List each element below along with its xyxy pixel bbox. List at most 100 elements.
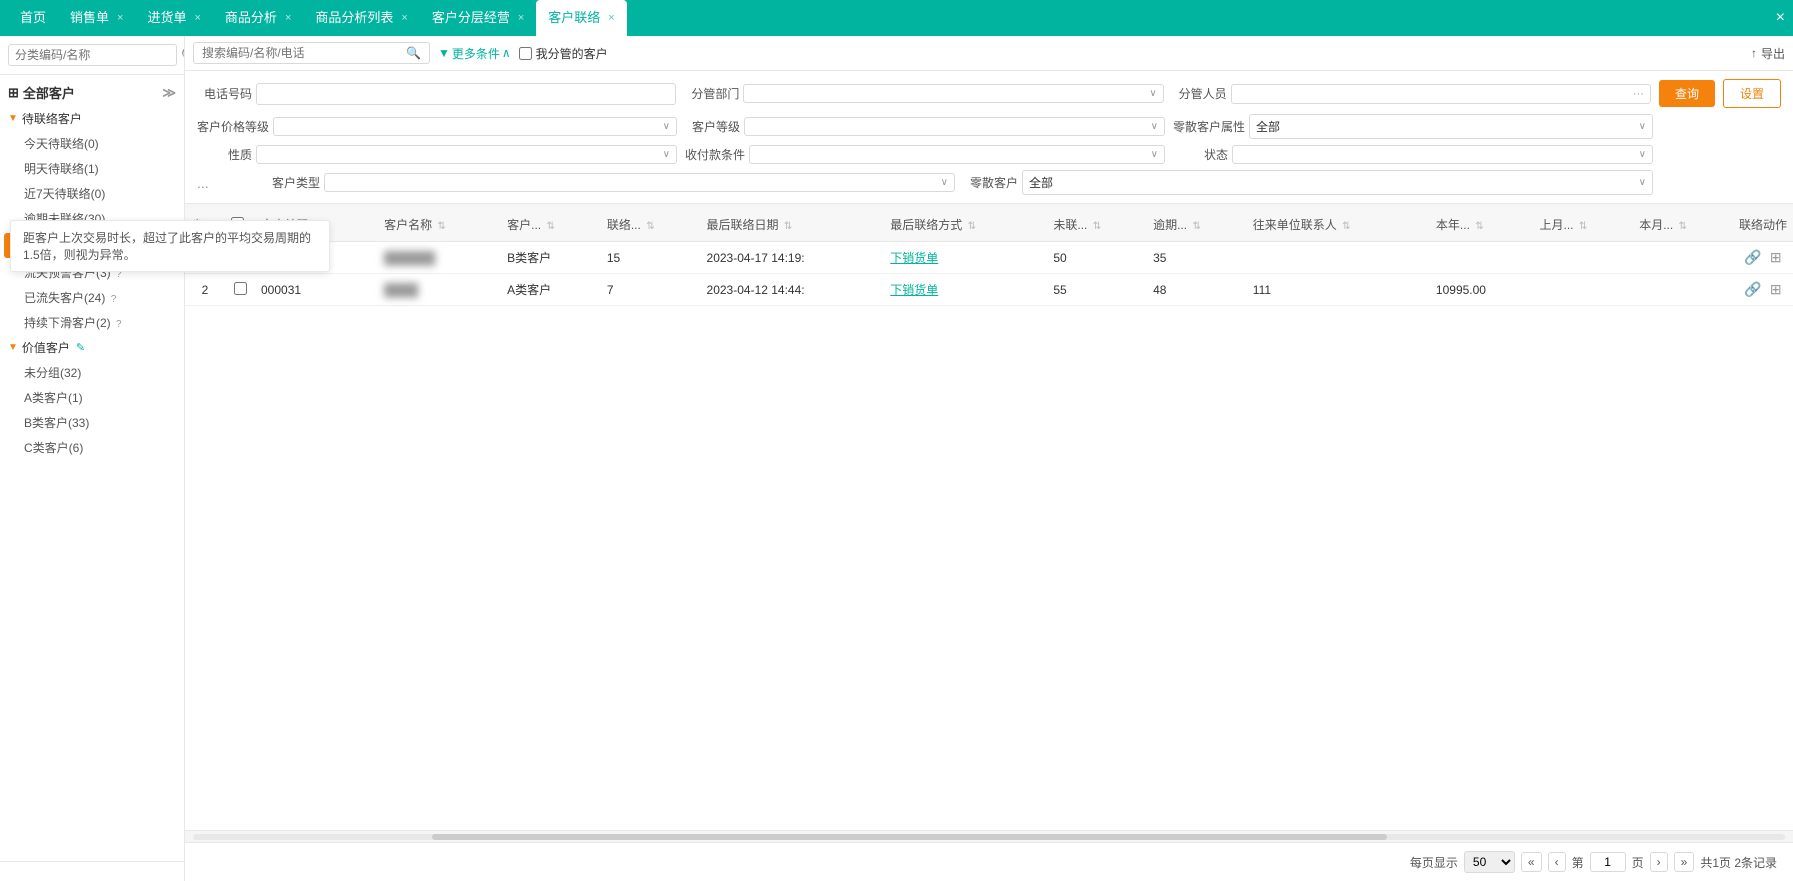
- my-customer-checkbox[interactable]: [519, 47, 532, 60]
- sort-this-year[interactable]: ⇅: [1475, 221, 1483, 232]
- value-edit-icon[interactable]: ✎: [76, 341, 85, 354]
- cell-contact-person-1: [1247, 242, 1430, 274]
- close-customer-contact-tab[interactable]: ×: [608, 0, 614, 36]
- sort-contact-person[interactable]: ⇅: [1342, 221, 1350, 232]
- blurred-name-2: ████: [384, 283, 418, 297]
- sort-type[interactable]: ⇅: [546, 221, 554, 232]
- close-customer-tier-tab[interactable]: ×: [518, 0, 524, 36]
- filter-more-dots-item: ...: [197, 175, 257, 191]
- status-select[interactable]: ∨: [1232, 145, 1653, 164]
- table-row: 1 000039 ██████ B类客户 15 2023-04-17 14:19…: [185, 242, 1793, 274]
- tree-item-today[interactable]: 今天待联络(0): [0, 131, 184, 156]
- declining-info-icon[interactable]: ?: [116, 319, 122, 330]
- nav-sales[interactable]: 销售单 ×: [58, 0, 135, 36]
- filter-dept: 分管部门 ∨: [684, 84, 1163, 103]
- cell-this-month-2: [1633, 274, 1733, 306]
- cell-action-2: 🔗 ⊞: [1733, 274, 1793, 306]
- left-sidebar: 🔍 ⊞ 全部客户 ≫ ▼ 待联络客户 今天待联络(0) 明天待联络(1) 近7天…: [0, 36, 185, 881]
- cell-this-year-1: [1430, 242, 1534, 274]
- sidebar-collapse-btn[interactable]: ≫: [162, 85, 176, 101]
- scroll-thumb[interactable]: [432, 834, 1387, 840]
- tree-item-class-b[interactable]: B类客户(33): [0, 410, 184, 435]
- cell-not-contact-2: 55: [1047, 274, 1147, 306]
- sort-contact[interactable]: ⇅: [646, 221, 654, 232]
- next-page-btn[interactable]: ›: [1650, 852, 1668, 872]
- more-dots-icon[interactable]: ...: [197, 175, 209, 191]
- tree-item-churned[interactable]: 已流失客户(24) ?: [0, 285, 184, 310]
- sort-overdue[interactable]: ⇅: [1192, 221, 1200, 232]
- payment-select[interactable]: ∨: [749, 145, 1165, 164]
- churned-info-icon[interactable]: ?: [111, 294, 117, 305]
- action-grid-1[interactable]: ⊞: [1770, 249, 1782, 266]
- tooltip-text: 距客户上次交易时长，超过了此客户的平均交易周期的1.5倍，则视为异常。: [23, 231, 311, 262]
- sidebar-search-input[interactable]: [8, 44, 177, 66]
- gender-arrow: ∨: [663, 149, 670, 160]
- tree-item-tomorrow[interactable]: 明天待联络(1): [0, 156, 184, 181]
- cell-code-2[interactable]: 000031: [255, 274, 378, 306]
- nav-customer-tier[interactable]: 客户分层经营 ×: [420, 0, 536, 36]
- action-link-1[interactable]: 🔗: [1744, 249, 1761, 266]
- value-expand-arrow: ▼: [8, 342, 18, 353]
- dept-select[interactable]: ∨: [743, 84, 1163, 103]
- prev-page-btn[interactable]: ‹: [1548, 852, 1566, 872]
- close-product-analysis-tab[interactable]: ×: [285, 0, 291, 36]
- customer-grade-arrow: ∨: [1151, 121, 1158, 132]
- sort-last-date[interactable]: ⇅: [784, 221, 792, 232]
- action-grid-2[interactable]: ⊞: [1770, 281, 1782, 298]
- set-button[interactable]: 设置: [1723, 79, 1781, 108]
- close-all-tabs[interactable]: ×: [1776, 9, 1785, 27]
- tree-item-class-a[interactable]: A类客户(1): [0, 385, 184, 410]
- retail-customer-arrow: ∨: [1639, 177, 1646, 188]
- tree-item-7days[interactable]: 近7天待联络(0): [0, 181, 184, 206]
- query-button[interactable]: 查询: [1659, 80, 1715, 107]
- filter-row-4: ... 客户类型 ∨ 零散客户 全部 ∨: [197, 170, 1781, 195]
- close-sales-tab[interactable]: ×: [117, 0, 123, 36]
- tree-group-pending-title[interactable]: ▼ 待联络客户: [0, 106, 184, 131]
- nav-product-analysis[interactable]: 商品分析 ×: [213, 0, 303, 36]
- value-customer-group-title[interactable]: ▼ 价值客户 ✎: [0, 335, 184, 360]
- sort-last-month[interactable]: ⇅: [1579, 221, 1587, 232]
- customer-grade-select[interactable]: ∨: [744, 117, 1165, 136]
- person-select[interactable]: ···: [1231, 84, 1651, 104]
- main-search-input[interactable]: [202, 46, 402, 60]
- retail-attr-select[interactable]: 全部 ∨: [1249, 114, 1653, 139]
- row-2-checkbox[interactable]: [234, 282, 247, 295]
- sort-last-method[interactable]: ⇅: [968, 221, 976, 232]
- payment-arrow: ∨: [1151, 149, 1158, 160]
- page-number-input[interactable]: [1590, 852, 1626, 872]
- sort-this-month[interactable]: ⇅: [1679, 221, 1687, 232]
- cell-name-2: ████: [378, 274, 501, 306]
- nav-customer-contact[interactable]: 客户联络 ×: [536, 0, 626, 36]
- close-product-list-tab[interactable]: ×: [401, 0, 407, 36]
- person-select-dots[interactable]: ···: [1633, 88, 1644, 100]
- tree-item-class-c[interactable]: C类客户(6): [0, 435, 184, 460]
- action-link-2[interactable]: 🔗: [1744, 281, 1761, 298]
- last-page-btn[interactable]: »: [1674, 852, 1695, 872]
- customer-type-select[interactable]: ∨: [324, 173, 955, 192]
- cell-last-method-1[interactable]: 下销货单: [884, 242, 1047, 274]
- main-search-icon[interactable]: 🔍: [406, 46, 421, 60]
- phone-input[interactable]: [256, 83, 676, 105]
- sort-name[interactable]: ⇅: [437, 221, 445, 232]
- sidebar-bottom: [0, 861, 184, 881]
- nav-home[interactable]: 首页: [8, 0, 58, 36]
- export-button[interactable]: ↑ 导出: [1751, 45, 1785, 62]
- gender-select[interactable]: ∨: [256, 145, 677, 164]
- nav-purchase[interactable]: 进货单 ×: [135, 0, 212, 36]
- more-filter-btn[interactable]: ▼ 更多条件 ∧: [438, 45, 511, 62]
- nav-product-list[interactable]: 商品分析列表 ×: [303, 0, 419, 36]
- cell-last-method-2[interactable]: 下销货单: [884, 274, 1047, 306]
- cell-not-contact-1: 50: [1047, 242, 1147, 274]
- tree-item-ungroup[interactable]: 未分组(32): [0, 360, 184, 385]
- tree-item-declining[interactable]: 持续下滑客户(2) ?: [0, 310, 184, 335]
- price-grade-select[interactable]: ∨: [273, 117, 677, 136]
- filter-customer-type: 客户类型 ∨: [265, 173, 955, 192]
- first-page-btn[interactable]: «: [1521, 852, 1542, 872]
- per-page-select[interactable]: 50 20 100: [1464, 851, 1515, 873]
- retail-customer-select[interactable]: 全部 ∨: [1022, 170, 1653, 195]
- close-purchase-tab[interactable]: ×: [194, 0, 200, 36]
- sidebar-search-area: 🔍: [0, 36, 184, 75]
- sort-not-contact[interactable]: ⇅: [1093, 221, 1101, 232]
- action-icons-2: 🔗 ⊞: [1739, 281, 1787, 298]
- cell-this-month-1: [1633, 242, 1733, 274]
